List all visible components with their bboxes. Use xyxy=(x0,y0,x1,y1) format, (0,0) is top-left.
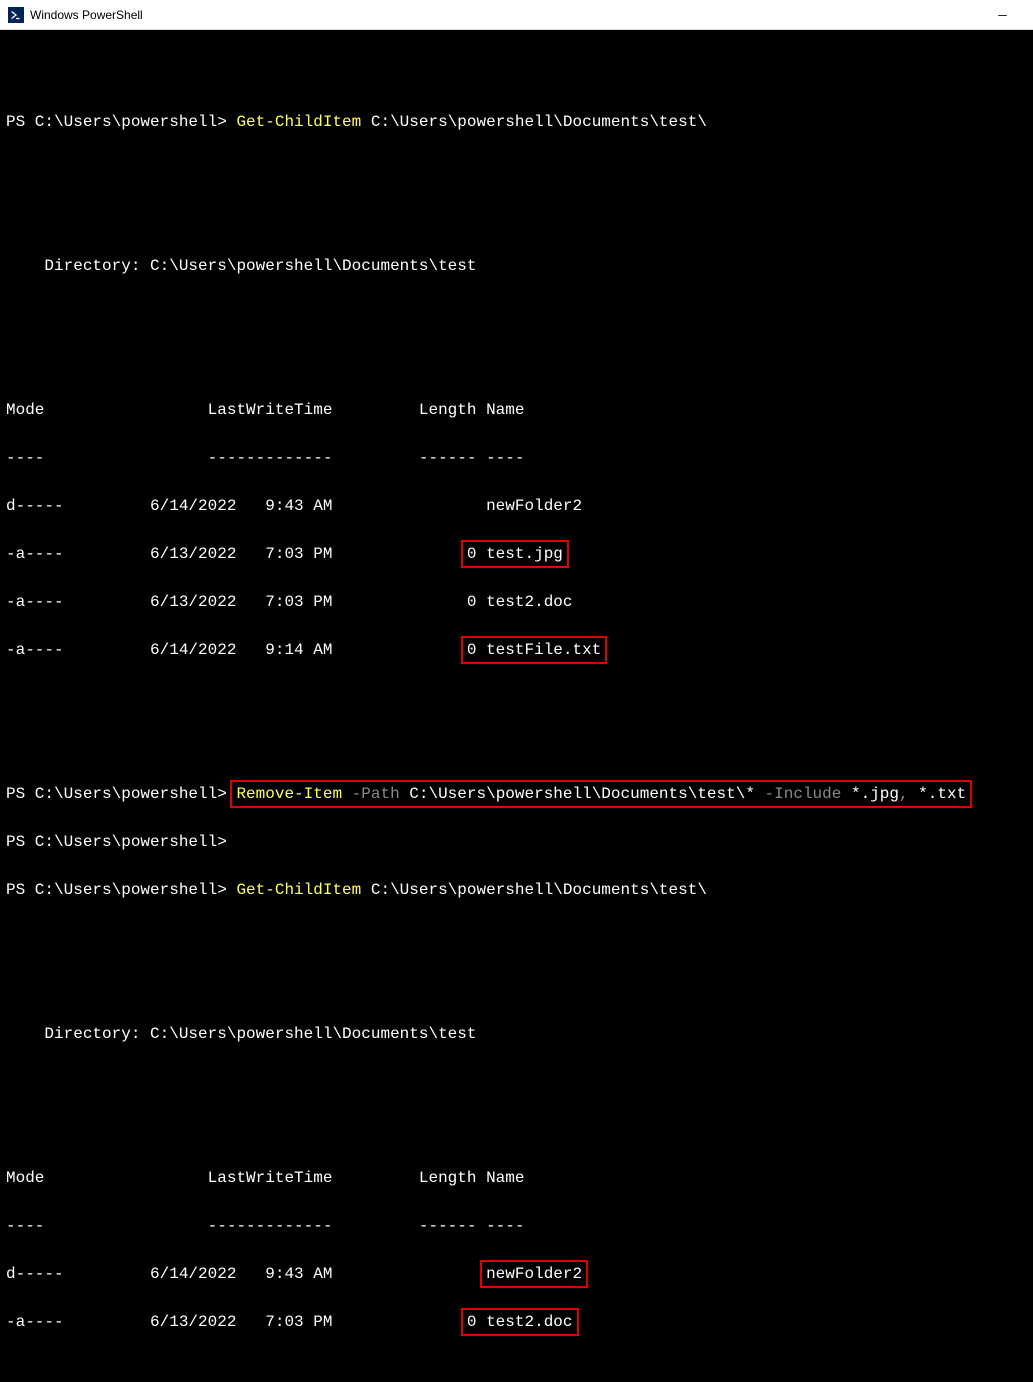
highlight-test2-doc: 0 test2.doc xyxy=(461,1308,579,1336)
table-row: d----- 6/14/2022 9:43 AM newFolder2 xyxy=(6,494,1027,518)
prompt: PS C:\Users\powershell> xyxy=(6,881,236,899)
blank-line xyxy=(6,926,1027,950)
command-line-2: PS C:\Users\powershell> Remove-Item -Pat… xyxy=(6,782,1027,806)
titlebar-left: Windows PowerShell xyxy=(8,7,143,23)
highlight-newfolder2: newFolder2 xyxy=(480,1260,588,1288)
table-row: d----- 6/14/2022 9:43 AM newFolder2 xyxy=(6,1262,1027,1286)
arg-path: C:\Users\powershell\Documents\test\* xyxy=(400,785,755,803)
row-prefix: d----- 6/14/2022 9:43 AM xyxy=(6,1265,486,1283)
command-line-3: PS C:\Users\powershell> Get-ChildItem C:… xyxy=(6,878,1027,902)
directory-header: Directory: C:\Users\powershell\Documents… xyxy=(6,1022,1027,1046)
highlight-remove-command: Remove-Item -Path C:\Users\powershell\Do… xyxy=(230,780,972,808)
window-titlebar: Windows PowerShell ─ xyxy=(0,0,1033,30)
table-header: Mode LastWriteTime Length Name xyxy=(6,1166,1027,1190)
blank-line xyxy=(6,350,1027,374)
directory-header: Directory: C:\Users\powershell\Documents… xyxy=(6,254,1027,278)
cmdlet-get-childitem: Get-ChildItem xyxy=(236,113,361,131)
prompt: PS C:\Users\powershell> xyxy=(6,113,236,131)
highlight-testfile-txt: 0 testFile.txt xyxy=(461,636,607,664)
blank-line xyxy=(6,686,1027,710)
window-title: Windows PowerShell xyxy=(30,8,143,22)
comma: , xyxy=(899,785,909,803)
cmdlet-remove-item: Remove-Item xyxy=(236,785,342,803)
arg-jpg: *.jpg xyxy=(841,785,899,803)
arg-txt: *.txt xyxy=(909,785,967,803)
blank-line xyxy=(6,62,1027,86)
table-row: -a---- 6/13/2022 7:03 PM 0 test.jpg xyxy=(6,542,1027,566)
table-separator: ---- ------------- ------ ---- xyxy=(6,446,1027,470)
prompt-line: PS C:\Users\powershell> xyxy=(6,830,1027,854)
row-prefix: -a---- 6/13/2022 7:03 PM xyxy=(6,545,467,563)
terminal-output[interactable]: PS C:\Users\powershell> Get-ChildItem C:… xyxy=(0,30,1033,1382)
command-line-1: PS C:\Users\powershell> Get-ChildItem C:… xyxy=(6,110,1027,134)
table-header: Mode LastWriteTime Length Name xyxy=(6,398,1027,422)
highlight-test-jpg: 0 test.jpg xyxy=(461,540,569,568)
row-prefix: -a---- 6/14/2022 9:14 AM xyxy=(6,641,467,659)
blank-line xyxy=(6,974,1027,998)
table-row: -a---- 6/14/2022 9:14 AM 0 testFile.txt xyxy=(6,638,1027,662)
table-row: -a---- 6/13/2022 7:03 PM 0 test2.doc xyxy=(6,590,1027,614)
path-arg: C:\Users\powershell\Documents\test\ xyxy=(361,113,707,131)
blank-line xyxy=(6,734,1027,758)
param-include: -Include xyxy=(755,785,841,803)
path-arg: C:\Users\powershell\Documents\test\ xyxy=(361,881,707,899)
blank-line xyxy=(6,158,1027,182)
prompt: PS C:\Users\powershell> xyxy=(6,785,236,803)
row-prefix: -a---- 6/13/2022 7:03 PM xyxy=(6,1313,467,1331)
table-separator: ---- ------------- ------ ---- xyxy=(6,1214,1027,1238)
window-controls: ─ xyxy=(980,0,1025,30)
blank-line xyxy=(6,1070,1027,1094)
blank-line xyxy=(6,1118,1027,1142)
param-path: -Path xyxy=(342,785,400,803)
blank-line xyxy=(6,302,1027,326)
minimize-button[interactable]: ─ xyxy=(980,0,1025,30)
cmdlet-get-childitem: Get-ChildItem xyxy=(236,881,361,899)
blank-line xyxy=(6,1358,1027,1382)
powershell-icon xyxy=(8,7,24,23)
table-row: -a---- 6/13/2022 7:03 PM 0 test2.doc xyxy=(6,1310,1027,1334)
blank-line xyxy=(6,206,1027,230)
